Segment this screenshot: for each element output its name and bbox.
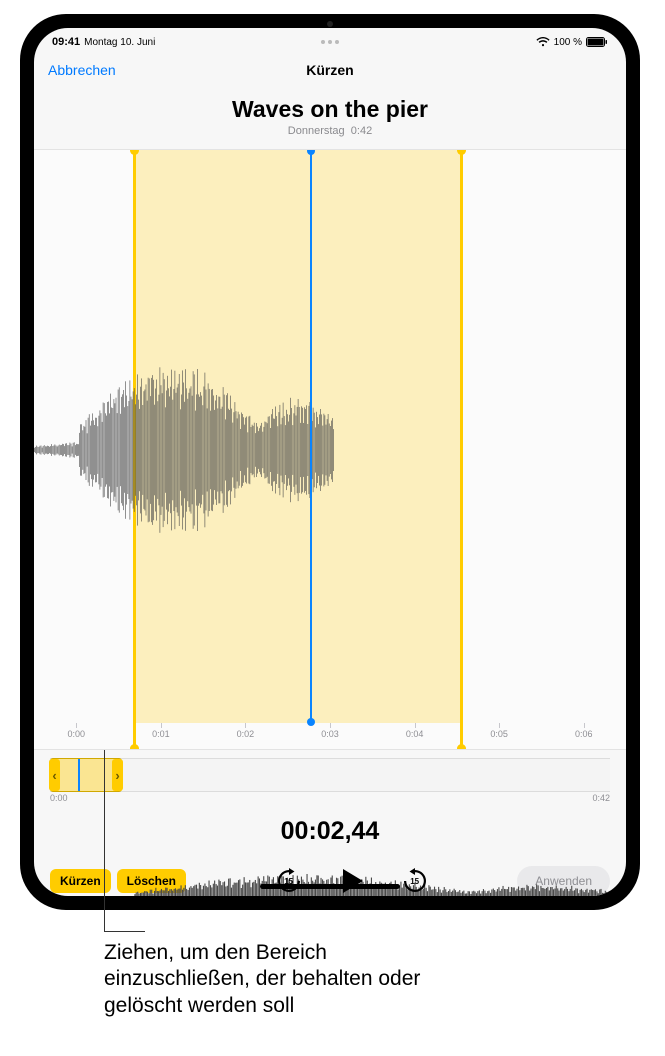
recording-title: Waves on the pier [34, 96, 626, 123]
callout-text: Ziehen, um den Bereich einzuschließen, d… [104, 940, 444, 1019]
recording-meta: Donnerstag 0:42 [34, 125, 626, 137]
wifi-icon [536, 37, 550, 47]
overview-playhead[interactable] [78, 759, 80, 791]
overview-waveform-graphic [50, 759, 610, 896]
play-button[interactable] [337, 866, 367, 896]
skip-back-button[interactable]: 15 [275, 867, 303, 895]
status-time: 09:41 [52, 36, 80, 48]
waveform-graphic [34, 340, 334, 560]
skip-forward-button[interactable]: 15 [401, 867, 429, 895]
multitask-dots-icon[interactable] [321, 40, 339, 44]
trim-handle-end[interactable] [460, 150, 463, 749]
status-date: Montag 10. Juni [84, 37, 155, 48]
cancel-button[interactable]: Abbrechen [48, 62, 116, 78]
overview-handle-end[interactable]: › [112, 759, 123, 791]
nav-bar: Abbrechen Kürzen [34, 52, 626, 88]
nav-title: Kürzen [306, 62, 353, 78]
skip-forward-amount: 15 [410, 877, 419, 886]
ruler-tick: 0:02 [203, 729, 288, 749]
ruler-tick: 0:05 [457, 729, 542, 749]
device-frame: 09:41 Montag 10. Juni 100 % Abbrechen Kü… [20, 14, 640, 910]
time-ruler: 0:000:010:020:030:040:050:06 [34, 723, 626, 749]
ruler-tick: 0:01 [119, 729, 204, 749]
home-indicator[interactable] [260, 884, 400, 889]
transport-controls: 15 15 [275, 866, 429, 896]
ruler-tick: 0:03 [288, 729, 373, 749]
overview-handle-start[interactable]: ‹ [49, 759, 60, 791]
front-camera-dot [327, 21, 333, 27]
waveform-overview[interactable]: ‹ › [50, 758, 610, 792]
screen: 09:41 Montag 10. Juni 100 % Abbrechen Kü… [34, 28, 626, 896]
status-bar: 09:41 Montag 10. Juni 100 % [34, 28, 626, 52]
recording-header: Waves on the pier Donnerstag 0:42 [34, 88, 626, 149]
ruler-tick: 0:04 [372, 729, 457, 749]
callout-leader-line [104, 750, 105, 932]
battery-icon [586, 37, 608, 47]
playhead[interactable] [310, 150, 312, 723]
ruler-tick: 0:06 [541, 729, 626, 749]
battery-percent: 100 % [554, 37, 582, 48]
waveform-detail[interactable]: 0:000:010:020:030:040:050:06 [34, 149, 626, 750]
ruler-tick: 0:00 [34, 729, 119, 749]
